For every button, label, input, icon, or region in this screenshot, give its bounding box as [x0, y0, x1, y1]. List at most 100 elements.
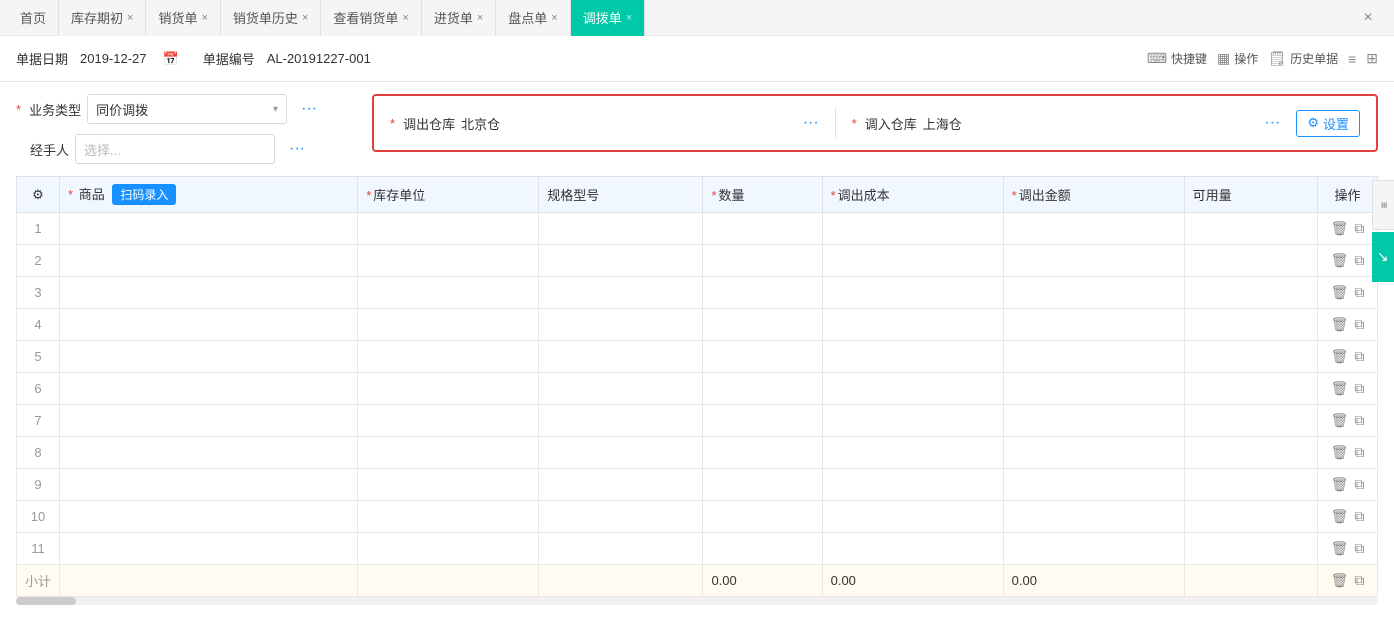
tab-sales-history[interactable]: 销货单历史 ×: [221, 0, 321, 36]
product-cell[interactable]: [60, 277, 358, 309]
spec-cell[interactable]: [539, 437, 703, 469]
spec-cell[interactable]: [539, 213, 703, 245]
window-close-button[interactable]: ×: [1350, 0, 1386, 36]
amount-cell[interactable]: [1003, 469, 1184, 501]
amount-cell[interactable]: [1003, 213, 1184, 245]
copy-icon[interactable]: ⧉: [1354, 412, 1364, 429]
tab-view-sales[interactable]: 查看销货单 ×: [321, 0, 421, 36]
transfer-out-more[interactable]: ···: [803, 114, 819, 132]
unit-cell[interactable]: [358, 309, 539, 341]
cost-cell[interactable]: [822, 469, 1003, 501]
tab-inventory-init-close[interactable]: ×: [127, 12, 133, 24]
delete-icon[interactable]: 🗑: [1331, 540, 1349, 557]
date-value[interactable]: 2019-12-27: [80, 51, 147, 66]
available-cell[interactable]: [1184, 533, 1317, 565]
unit-cell[interactable]: [358, 277, 539, 309]
cost-cell[interactable]: [822, 213, 1003, 245]
tab-sales-order-close[interactable]: ×: [201, 12, 207, 24]
amount-cell[interactable]: [1003, 533, 1184, 565]
delete-icon[interactable]: 🗑: [1331, 412, 1349, 429]
delete-icon[interactable]: 🗑: [1331, 220, 1349, 237]
cost-cell[interactable]: [822, 341, 1003, 373]
copy-icon[interactable]: ⧉: [1354, 220, 1364, 237]
quantity-cell[interactable]: [703, 437, 822, 469]
delete-icon[interactable]: 🗑: [1331, 444, 1349, 461]
product-cell[interactable]: [60, 341, 358, 373]
transfer-in-value[interactable]: 上海仓: [923, 114, 962, 133]
delete-icon[interactable]: 🗑: [1331, 476, 1349, 493]
tab-inventory-check-close[interactable]: ×: [551, 12, 557, 24]
scan-button[interactable]: 扫码录入: [112, 184, 176, 205]
available-cell[interactable]: [1184, 501, 1317, 533]
spec-cell[interactable]: [539, 533, 703, 565]
history-button[interactable]: 🗒 历史单据: [1268, 50, 1338, 67]
available-cell[interactable]: [1184, 437, 1317, 469]
unit-cell[interactable]: [358, 405, 539, 437]
copy-icon[interactable]: ⧉: [1354, 380, 1364, 397]
tab-transfer-order-close[interactable]: ×: [626, 12, 632, 24]
quantity-cell[interactable]: [703, 501, 822, 533]
spec-cell[interactable]: [539, 245, 703, 277]
handler-input[interactable]: 选择...: [75, 134, 275, 164]
cost-cell[interactable]: [822, 277, 1003, 309]
subtotal-delete-icon[interactable]: 🗑: [1331, 572, 1349, 589]
delete-icon[interactable]: 🗑: [1331, 348, 1349, 365]
available-cell[interactable]: [1184, 373, 1317, 405]
list-view-button[interactable]: ≡: [1348, 51, 1356, 67]
cost-cell[interactable]: [822, 245, 1003, 277]
delete-icon[interactable]: 🗑: [1331, 380, 1349, 397]
calendar-icon[interactable]: 📅: [163, 51, 179, 67]
side-list-button[interactable]: ≡: [1372, 180, 1394, 230]
tab-view-sales-close[interactable]: ×: [402, 12, 408, 24]
delete-icon[interactable]: 🗑: [1331, 316, 1349, 333]
scrollbar-track[interactable]: [16, 597, 1378, 605]
cost-cell[interactable]: [822, 437, 1003, 469]
product-cell[interactable]: [60, 437, 358, 469]
quantity-cell[interactable]: [703, 341, 822, 373]
tab-sales-history-close[interactable]: ×: [302, 12, 308, 24]
unit-cell[interactable]: [358, 501, 539, 533]
quantity-cell[interactable]: [703, 213, 822, 245]
transfer-in-more[interactable]: ···: [1264, 114, 1280, 132]
available-cell[interactable]: [1184, 405, 1317, 437]
tab-inventory-check[interactable]: 盘点单 ×: [496, 0, 570, 36]
product-cell[interactable]: [60, 245, 358, 277]
side-export-button[interactable]: ↗: [1372, 232, 1394, 282]
cost-cell[interactable]: [822, 533, 1003, 565]
quantity-cell[interactable]: [703, 373, 822, 405]
business-type-more[interactable]: ···: [301, 100, 317, 118]
available-cell[interactable]: [1184, 245, 1317, 277]
tab-purchase-order[interactable]: 进货单 ×: [422, 0, 496, 36]
product-cell[interactable]: [60, 469, 358, 501]
settings-button[interactable]: ⚙ 设置: [1296, 110, 1360, 137]
shortcut-button[interactable]: ⌨ 快捷键: [1147, 50, 1207, 67]
copy-icon[interactable]: ⧉: [1354, 444, 1364, 461]
product-cell[interactable]: [60, 533, 358, 565]
business-type-input[interactable]: 同价调拨 ▾: [87, 94, 287, 124]
spec-cell[interactable]: [539, 373, 703, 405]
copy-icon[interactable]: ⧉: [1354, 476, 1364, 493]
cost-cell[interactable]: [822, 373, 1003, 405]
quantity-cell[interactable]: [703, 245, 822, 277]
copy-icon[interactable]: ⧉: [1354, 252, 1364, 269]
cost-cell[interactable]: [822, 501, 1003, 533]
copy-icon[interactable]: ⧉: [1354, 316, 1364, 333]
available-cell[interactable]: [1184, 309, 1317, 341]
amount-cell[interactable]: [1003, 437, 1184, 469]
quantity-cell[interactable]: [703, 405, 822, 437]
product-cell[interactable]: [60, 501, 358, 533]
transfer-out-value[interactable]: 北京仓: [461, 114, 500, 133]
product-cell[interactable]: [60, 373, 358, 405]
spec-cell[interactable]: [539, 501, 703, 533]
product-cell[interactable]: [60, 309, 358, 341]
unit-cell[interactable]: [358, 341, 539, 373]
delete-icon[interactable]: 🗑: [1331, 508, 1349, 525]
available-cell[interactable]: [1184, 213, 1317, 245]
amount-cell[interactable]: [1003, 501, 1184, 533]
amount-cell[interactable]: [1003, 245, 1184, 277]
available-cell[interactable]: [1184, 469, 1317, 501]
unit-cell[interactable]: [358, 213, 539, 245]
cost-cell[interactable]: [822, 309, 1003, 341]
spec-cell[interactable]: [539, 309, 703, 341]
unit-cell[interactable]: [358, 469, 539, 501]
